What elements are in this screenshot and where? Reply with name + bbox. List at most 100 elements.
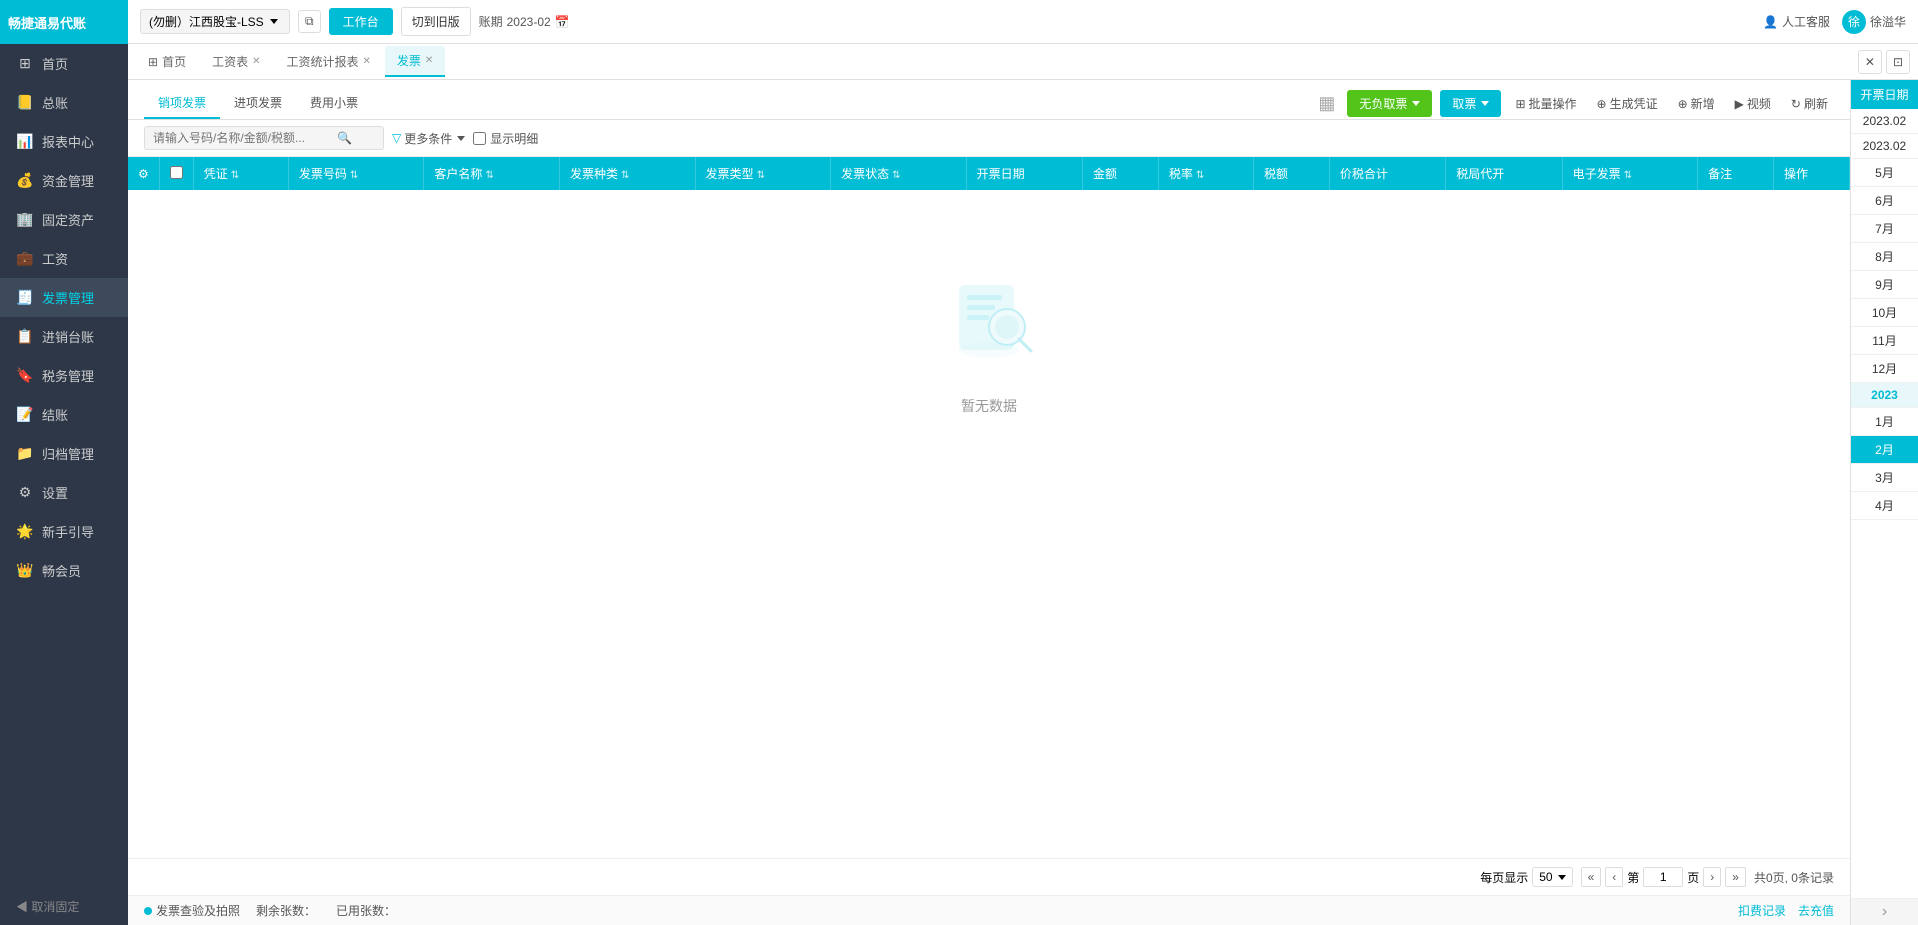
batch-ops-button[interactable]: ⊞ 批量操作	[1509, 91, 1582, 116]
last-page-button[interactable]: »	[1725, 867, 1746, 887]
period-item-11[interactable]: 11月	[1851, 327, 1918, 355]
sidebar-item-tax[interactable]: 🔖 税务管理	[0, 356, 128, 395]
refresh-button[interactable]: ↻ 刷新	[1785, 91, 1834, 116]
period-item-8[interactable]: 8月	[1851, 243, 1918, 271]
tab-salary[interactable]: 工资表 ✕	[200, 47, 272, 76]
tab-maximize-button[interactable]: ⊡	[1886, 50, 1910, 74]
workbench-button[interactable]: 工作台	[329, 8, 393, 35]
tab-close-window-button[interactable]: ✕	[1858, 50, 1882, 74]
period-item-label: 6月	[1875, 194, 1894, 208]
period-panel-header[interactable]: 开票日期	[1851, 80, 1918, 109]
invoice-category-sort-icon[interactable]: ⇅	[757, 170, 765, 181]
settings-icon: ⚙	[16, 484, 34, 501]
period-item-10[interactable]: 10月	[1851, 299, 1918, 327]
period-item-7[interactable]: 7月	[1851, 215, 1918, 243]
new-button[interactable]: ⊕ 新增	[1672, 91, 1721, 116]
new-label: 新增	[1691, 95, 1715, 112]
tab-salary-report[interactable]: 工资统计报表 ✕	[274, 47, 382, 76]
period-item-1[interactable]: 1月	[1851, 408, 1918, 436]
next-page-button[interactable]: ›	[1703, 867, 1721, 887]
show-detail-label: 显示明细	[490, 130, 538, 147]
per-page-value[interactable]: 50	[1532, 867, 1572, 887]
col-voucher-label: 凭证	[204, 167, 228, 181]
sidebar-item-salary[interactable]: 💼 工资	[0, 239, 128, 278]
sidebar-item-invoice[interactable]: 🧾 发票管理	[0, 278, 128, 317]
sidebar-item-sales[interactable]: 📋 进销台账	[0, 317, 128, 356]
sidebar-item-reports[interactable]: 📊 报表中心	[0, 122, 128, 161]
more-filters-button[interactable]: ▽ 更多条件	[392, 130, 465, 147]
sidebar-item-funds[interactable]: 💰 资金管理	[0, 161, 128, 200]
period-item-12[interactable]: 12月	[1851, 355, 1918, 383]
no-tax-fetch-button[interactable]: 无负取票	[1347, 90, 1432, 117]
tab-home[interactable]: ⊞ 首页	[136, 47, 198, 76]
video-button[interactable]: ▶ 视频	[1729, 91, 1777, 116]
deduct-record-link[interactable]: 扣费记录	[1738, 902, 1786, 919]
search-input[interactable]	[153, 131, 333, 145]
reports-icon: 📊	[16, 133, 34, 150]
sidebar-collapse-btn[interactable]: ◀ 取消固定	[0, 888, 128, 925]
show-detail-checkbox-wrap[interactable]: 显示明细	[473, 130, 538, 147]
col-checkbox[interactable]	[159, 157, 193, 190]
copy-company-button[interactable]: ⧉	[298, 10, 321, 33]
sidebar-item-label: 报表中心	[42, 132, 94, 151]
company-dropdown-icon	[270, 19, 278, 24]
generate-voucher-button[interactable]: ⊕ 生成凭证	[1591, 91, 1664, 116]
period-item-label: 1月	[1875, 415, 1894, 429]
prev-page-button[interactable]: ‹	[1605, 867, 1623, 887]
period-item-3[interactable]: 3月	[1851, 464, 1918, 492]
sidebar-item-member[interactable]: 👑 畅会员	[0, 551, 128, 590]
show-detail-checkbox[interactable]	[473, 132, 486, 145]
grid-view-icon[interactable]: ▦	[1314, 93, 1339, 114]
tab-salary-report-close-icon[interactable]: ✕	[363, 56, 371, 67]
company-selector[interactable]: (勿删）江西股宝-LSS	[140, 9, 290, 34]
search-bar: 🔍 ▽ 更多条件 显示明细	[128, 120, 1850, 157]
period-item-4[interactable]: 4月	[1851, 492, 1918, 520]
invoice-type-sort-icon[interactable]: ⇅	[621, 170, 629, 181]
e-invoice-sort-icon[interactable]: ⇅	[1624, 170, 1632, 181]
sidebar-item-ledger[interactable]: 📒 总账	[0, 83, 128, 122]
sub-tab-sales-invoice[interactable]: 销项发票	[144, 88, 220, 119]
close-account-icon: 📝	[16, 406, 34, 423]
period-panel-close-button[interactable]: ›	[1851, 898, 1918, 925]
generate-voucher-label: 生成凭证	[1610, 95, 1658, 112]
page-input[interactable]	[1643, 867, 1683, 887]
old-version-button[interactable]: 切到旧版	[401, 7, 471, 36]
period-item-6[interactable]: 6月	[1851, 187, 1918, 215]
sidebar-item-close[interactable]: 📝 结账	[0, 395, 128, 434]
col-tax-total-label: 价税合计	[1340, 167, 1388, 181]
period-item-2023-02-1[interactable]: 2023.02	[1851, 109, 1918, 134]
sidebar-item-assets[interactable]: 🏢 固定资产	[0, 200, 128, 239]
footer-dot	[144, 907, 152, 915]
sub-tab-purchase-invoice[interactable]: 进项发票	[220, 88, 296, 119]
tab-invoice[interactable]: 发票 ✕	[385, 46, 445, 77]
period-list: 2023.02 2023.02 5月 6月 7月 8月 9月	[1851, 109, 1918, 925]
service-button[interactable]: 👤 人工客服	[1763, 13, 1830, 30]
col-settings[interactable]: ⚙	[128, 157, 159, 190]
tab-invoice-close-icon[interactable]: ✕	[425, 55, 433, 66]
invoice-status-sort-icon[interactable]: ⇅	[892, 170, 900, 181]
fetch-button[interactable]: 取票	[1440, 90, 1501, 117]
tab-salary-report-label: 工资统计报表	[286, 53, 358, 70]
voucher-sort-icon[interactable]: ⇅	[231, 170, 239, 181]
tax-rate-sort-icon[interactable]: ⇅	[1196, 170, 1204, 181]
invoice-no-sort-icon[interactable]: ⇅	[350, 170, 358, 181]
sub-tab-expense-label: 费用小票	[310, 96, 358, 110]
period-item-5[interactable]: 5月	[1851, 159, 1918, 187]
period-item-9[interactable]: 9月	[1851, 271, 1918, 299]
recharge-link[interactable]: 去充值	[1798, 902, 1834, 919]
sidebar-item-home[interactable]: ⊞ 首页	[0, 44, 128, 83]
period-item-2[interactable]: 2月	[1851, 436, 1918, 464]
tab-salary-close-icon[interactable]: ✕	[252, 56, 260, 67]
sub-tab-expense-receipt[interactable]: 费用小票	[296, 88, 372, 119]
sidebar-item-guide[interactable]: 🌟 新手引导	[0, 512, 128, 551]
period-item-year-2023[interactable]: 2023	[1851, 383, 1918, 408]
period-item-2023-02-2[interactable]: 2023.02	[1851, 134, 1918, 159]
col-e-invoice: 电子发票⇅	[1562, 157, 1698, 190]
select-all-checkbox[interactable]	[170, 166, 183, 179]
first-page-button[interactable]: «	[1581, 867, 1602, 887]
sidebar-item-settings[interactable]: ⚙ 设置	[0, 473, 128, 512]
customer-sort-icon[interactable]: ⇅	[485, 170, 493, 181]
user-info[interactable]: 徐 徐溢华	[1842, 10, 1906, 34]
sidebar-item-archive[interactable]: 📁 归档管理	[0, 434, 128, 473]
col-amount-label: 金额	[1093, 167, 1117, 181]
